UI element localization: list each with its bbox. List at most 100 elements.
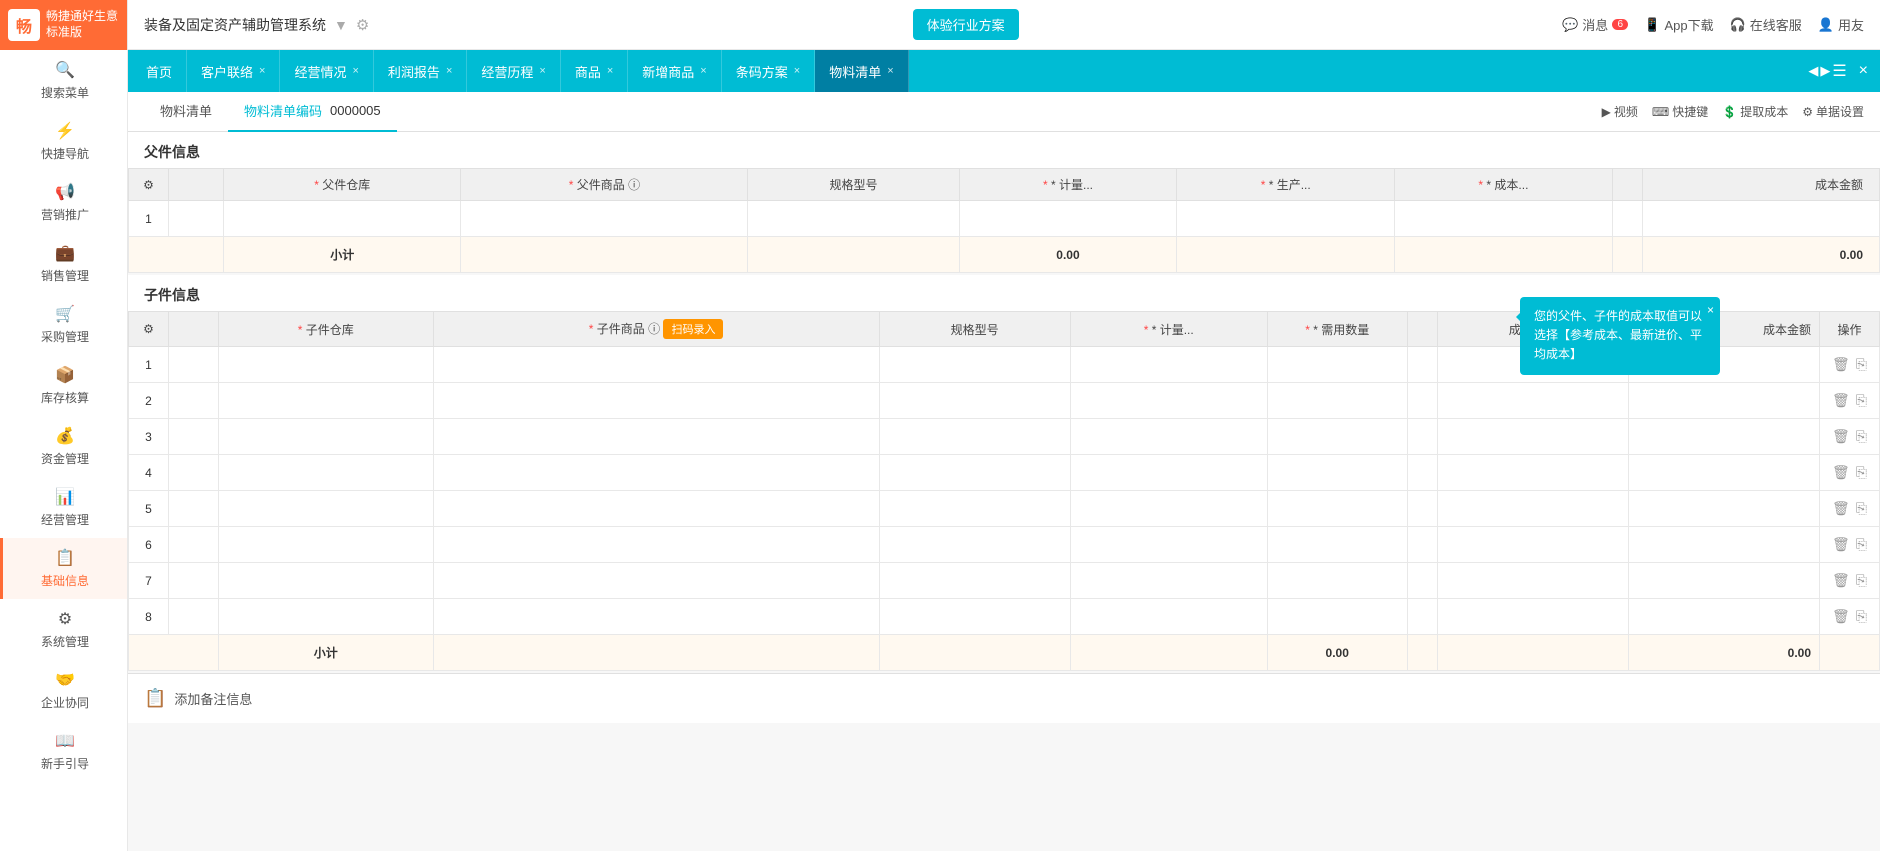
child-row7-unit-cost[interactable] bbox=[1437, 563, 1628, 599]
child-row1-qty[interactable] bbox=[1267, 347, 1407, 383]
child-row7-warehouse[interactable] bbox=[218, 563, 433, 599]
tab-home[interactable]: 首页 bbox=[132, 50, 187, 92]
child-row3-unit[interactable] bbox=[1070, 419, 1267, 455]
document-settings-button[interactable]: ⚙ 单据设置 bbox=[1802, 103, 1864, 120]
child-row5-unit-cost[interactable] bbox=[1437, 491, 1628, 527]
child-row1-warehouse[interactable] bbox=[218, 347, 433, 383]
child-row4-qty[interactable] bbox=[1267, 455, 1407, 491]
child-row1-spec[interactable] bbox=[879, 347, 1070, 383]
child-row6-unit[interactable] bbox=[1070, 527, 1267, 563]
child-row1-goods[interactable] bbox=[433, 347, 879, 383]
parent-row1-spec[interactable] bbox=[748, 201, 959, 237]
child-row2-spec[interactable] bbox=[879, 383, 1070, 419]
child-row6-warehouse[interactable] bbox=[218, 527, 433, 563]
tab-profit-close[interactable]: × bbox=[446, 65, 452, 77]
child-row6-qty[interactable] bbox=[1267, 527, 1407, 563]
nav-left-arrow[interactable]: ◀ bbox=[1808, 63, 1818, 79]
child-row5-unit[interactable] bbox=[1070, 491, 1267, 527]
sidebar-item-purchase[interactable]: 🛒 采购管理 bbox=[0, 294, 127, 355]
tab-barcode-close[interactable]: × bbox=[794, 65, 800, 77]
tab-operations[interactable]: 经营情况 × bbox=[280, 50, 373, 92]
online-service-button[interactable]: 🎧 在线客服 bbox=[1730, 15, 1802, 34]
child-row4-delete-icon[interactable]: 🗑 bbox=[1832, 464, 1850, 481]
child-row2-unit[interactable] bbox=[1070, 383, 1267, 419]
child-row1-unit[interactable] bbox=[1070, 347, 1267, 383]
tab-bom[interactable]: 物料清单 × bbox=[815, 50, 908, 92]
tab-bom-close[interactable]: × bbox=[887, 65, 893, 77]
child-row6-delete-icon[interactable]: 🗑 bbox=[1832, 536, 1850, 553]
tab-customers-close[interactable]: × bbox=[259, 65, 265, 77]
trial-button[interactable]: 体验行业方案 bbox=[913, 9, 1019, 40]
child-row7-goods[interactable] bbox=[433, 563, 879, 599]
tab-profit[interactable]: 利润报告 × bbox=[374, 50, 467, 92]
note-icon[interactable]: 📋 bbox=[144, 688, 166, 709]
child-row8-warehouse[interactable] bbox=[218, 599, 433, 635]
child-row4-unit-cost[interactable] bbox=[1437, 455, 1628, 491]
child-row4-unit[interactable] bbox=[1070, 455, 1267, 491]
child-row7-qty[interactable] bbox=[1267, 563, 1407, 599]
sidebar-item-operations[interactable]: 📊 经营管理 bbox=[0, 477, 127, 538]
child-row2-warehouse[interactable] bbox=[218, 383, 433, 419]
parent-row1-unit[interactable] bbox=[959, 201, 1177, 237]
tab-newgoods-close[interactable]: × bbox=[700, 65, 706, 77]
child-th-settings[interactable]: ⚙ bbox=[129, 312, 169, 347]
sidebar-item-sales[interactable]: 💼 销售管理 bbox=[0, 233, 127, 294]
view-video-button[interactable]: ▶ 视频 bbox=[1602, 103, 1638, 120]
nav-menu-icon[interactable]: ☰ bbox=[1832, 61, 1846, 81]
child-row3-delete-icon[interactable]: 🗑 bbox=[1832, 428, 1850, 445]
child-row7-copy-icon[interactable]: ⎘ bbox=[1856, 572, 1867, 589]
message-button[interactable]: 💬 消息 6 bbox=[1562, 15, 1628, 34]
child-row5-delete-icon[interactable]: 🗑 bbox=[1832, 500, 1850, 517]
nav-right-arrow[interactable]: ▶ bbox=[1820, 63, 1830, 79]
child-row8-delete-icon[interactable]: 🗑 bbox=[1832, 608, 1850, 625]
child-row6-copy-icon[interactable]: ⎘ bbox=[1856, 536, 1867, 553]
sidebar-item-quicknav[interactable]: ⚡ 快捷导航 bbox=[0, 111, 127, 172]
child-row3-warehouse[interactable] bbox=[218, 419, 433, 455]
child-row7-spec[interactable] bbox=[879, 563, 1070, 599]
child-row8-spec[interactable] bbox=[879, 599, 1070, 635]
sidebar-item-basic[interactable]: 📋 基础信息 bbox=[0, 538, 127, 599]
tab-history-close[interactable]: × bbox=[539, 65, 545, 77]
child-row3-spec[interactable] bbox=[879, 419, 1070, 455]
child-row2-delete-icon[interactable]: 🗑 bbox=[1832, 392, 1850, 409]
parent-row1-production[interactable] bbox=[1177, 201, 1395, 237]
parent-row1-cost[interactable] bbox=[1395, 201, 1613, 237]
child-row5-warehouse[interactable] bbox=[218, 491, 433, 527]
child-row8-unit[interactable] bbox=[1070, 599, 1267, 635]
child-row4-warehouse[interactable] bbox=[218, 455, 433, 491]
sidebar-item-system[interactable]: ⚙ 系统管理 bbox=[0, 599, 127, 660]
tab-customers[interactable]: 客户联络 × bbox=[187, 50, 280, 92]
child-row5-qty[interactable] bbox=[1267, 491, 1407, 527]
sidebar-item-inventory[interactable]: 📦 库存核算 bbox=[0, 355, 127, 416]
parent-th-settings[interactable]: ⚙ bbox=[129, 169, 169, 201]
parent-row1-goods[interactable] bbox=[461, 201, 748, 237]
app-download-button[interactable]: 📱 App下载 bbox=[1644, 15, 1713, 34]
extract-cost-button[interactable]: 💲 提取成本 bbox=[1722, 103, 1788, 120]
child-row2-unit-cost[interactable] bbox=[1437, 383, 1628, 419]
child-row4-goods[interactable] bbox=[433, 455, 879, 491]
sidebar-item-enterprise[interactable]: 🤝 企业协同 bbox=[0, 660, 127, 721]
child-row8-copy-icon[interactable]: ⎘ bbox=[1856, 608, 1867, 625]
child-row8-qty[interactable] bbox=[1267, 599, 1407, 635]
child-row4-spec[interactable] bbox=[879, 455, 1070, 491]
settings-icon[interactable]: ⚙ bbox=[356, 16, 369, 34]
child-row2-goods[interactable] bbox=[433, 383, 879, 419]
child-row2-qty[interactable] bbox=[1267, 383, 1407, 419]
sub-tab-list[interactable]: 物料清单 bbox=[144, 92, 228, 132]
close-all-tabs[interactable]: × bbox=[1851, 62, 1876, 80]
parent-row1-warehouse[interactable] bbox=[224, 201, 461, 237]
tab-goods[interactable]: 商品 × bbox=[561, 50, 628, 92]
child-row6-spec[interactable] bbox=[879, 527, 1070, 563]
tab-barcode[interactable]: 条码方案 × bbox=[722, 50, 815, 92]
sidebar-item-marketing[interactable]: 📢 营销推广 bbox=[0, 172, 127, 233]
shortcut-button[interactable]: ⌨ 快捷键 bbox=[1652, 103, 1708, 120]
child-row2-copy-icon[interactable]: ⎘ bbox=[1856, 392, 1867, 409]
tab-operations-close[interactable]: × bbox=[352, 65, 358, 77]
child-row8-goods[interactable] bbox=[433, 599, 879, 635]
child-row7-unit[interactable] bbox=[1070, 563, 1267, 599]
child-row4-copy-icon[interactable]: ⎘ bbox=[1856, 464, 1867, 481]
child-row3-goods[interactable] bbox=[433, 419, 879, 455]
scan-input-button[interactable]: 扫码录入 bbox=[663, 319, 723, 339]
tooltip-close-button[interactable]: × bbox=[1707, 301, 1714, 320]
child-row5-spec[interactable] bbox=[879, 491, 1070, 527]
